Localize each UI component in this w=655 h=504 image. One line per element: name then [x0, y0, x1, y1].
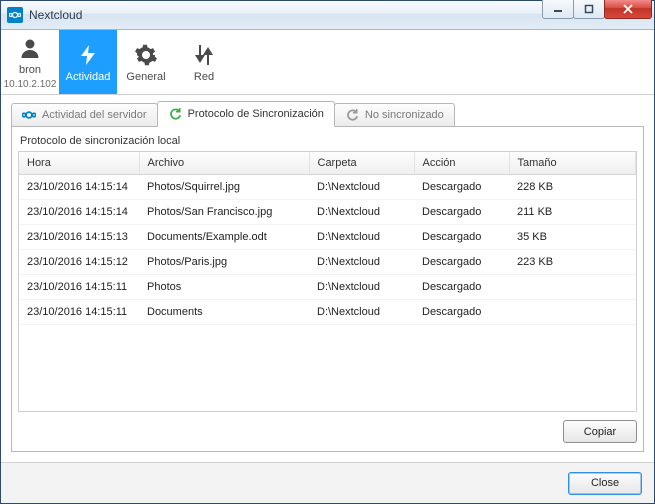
content-area: Actividad del servidor Protocolo de Sinc…: [1, 95, 654, 462]
cell-action: Descargado: [414, 300, 509, 325]
nextcloud-icon: [22, 108, 36, 122]
cell-folder: D:\Nextcloud: [309, 225, 414, 250]
tab-server-activity[interactable]: Actividad del servidor: [11, 103, 158, 127]
close-button[interactable]: Close: [568, 472, 642, 495]
cell-folder: D:\Nextcloud: [309, 250, 414, 275]
cell-file: Documents/Example.odt: [139, 225, 309, 250]
cell-time: 23/10/2016 14:15:14: [19, 200, 139, 225]
app-window: Nextcloud bron 10.10.2.102 Actividad Gen…: [0, 0, 655, 504]
window-buttons: [542, 1, 652, 29]
table-header-row: Hora Archivo Carpeta Acción Tamaño: [19, 152, 636, 175]
col-file[interactable]: Archivo: [139, 152, 309, 175]
table-row[interactable]: 23/10/2016 14:15:14Photos/San Francisco.…: [19, 200, 636, 225]
toolbar-network-label: Red: [194, 71, 214, 83]
panel-title: Protocolo de sincronización local: [20, 135, 635, 147]
table-row[interactable]: 23/10/2016 14:15:13Documents/Example.odt…: [19, 225, 636, 250]
cell-file: Photos/Squirrel.jpg: [139, 175, 309, 200]
bolt-icon: [76, 41, 100, 69]
cell-size: [509, 275, 636, 300]
cell-folder: D:\Nextcloud: [309, 200, 414, 225]
cell-size: 211 KB: [509, 200, 636, 225]
toolbar-account-label: bron: [19, 64, 41, 76]
toolbar-network[interactable]: Red: [175, 30, 233, 94]
col-size[interactable]: Tamaño: [509, 152, 636, 175]
cell-time: 23/10/2016 14:15:11: [19, 275, 139, 300]
table-empty-area: [19, 325, 636, 411]
dialog-button-bar: Close: [1, 462, 654, 503]
cell-file: Documents: [139, 300, 309, 325]
toolbar-activity[interactable]: Actividad: [59, 30, 117, 94]
sync-icon: [168, 107, 182, 121]
cell-file: Photos/San Francisco.jpg: [139, 200, 309, 225]
app-icon: [7, 7, 23, 23]
panel-footer: Copiar: [18, 412, 637, 443]
title-bar: Nextcloud: [1, 1, 654, 30]
tab-sync-protocol[interactable]: Protocolo de Sincronización: [157, 101, 335, 127]
cell-folder: D:\Nextcloud: [309, 300, 414, 325]
tab-server-activity-label: Actividad del servidor: [42, 109, 147, 121]
cell-time: 23/10/2016 14:15:13: [19, 225, 139, 250]
sync-protocol-panel: Protocolo de sincronización local Hora A…: [11, 126, 644, 452]
cell-file: Photos/Paris.jpg: [139, 250, 309, 275]
toolbar-general-label: General: [126, 71, 165, 83]
table-row[interactable]: 23/10/2016 14:15:12Photos/Paris.jpgD:\Ne…: [19, 250, 636, 275]
cell-size: 35 KB: [509, 225, 636, 250]
sync-off-icon: [345, 108, 359, 122]
user-icon: [18, 34, 42, 62]
table-row[interactable]: 23/10/2016 14:15:14Photos/Squirrel.jpgD:…: [19, 175, 636, 200]
copy-button[interactable]: Copiar: [563, 420, 637, 443]
toolbar-account-sub: 10.10.2.102: [4, 79, 57, 90]
cell-time: 23/10/2016 14:15:12: [19, 250, 139, 275]
cell-size: [509, 300, 636, 325]
minimize-button[interactable]: [542, 0, 574, 19]
network-icon: [191, 41, 217, 69]
activity-subtabs: Actividad del servidor Protocolo de Sinc…: [11, 103, 644, 127]
toolbar-general[interactable]: General: [117, 30, 175, 94]
col-action[interactable]: Acción: [414, 152, 509, 175]
table-row[interactable]: 23/10/2016 14:15:11DocumentsD:\Nextcloud…: [19, 300, 636, 325]
cell-time: 23/10/2016 14:15:11: [19, 300, 139, 325]
main-toolbar: bron 10.10.2.102 Actividad General Red: [1, 30, 654, 95]
cell-action: Descargado: [414, 250, 509, 275]
col-folder[interactable]: Carpeta: [309, 152, 414, 175]
cell-folder: D:\Nextcloud: [309, 275, 414, 300]
cell-time: 23/10/2016 14:15:14: [19, 175, 139, 200]
close-window-button[interactable]: [604, 0, 652, 19]
maximize-button[interactable]: [573, 0, 605, 19]
cell-file: Photos: [139, 275, 309, 300]
tab-not-synced[interactable]: No sincronizado: [334, 103, 455, 127]
cell-size: 223 KB: [509, 250, 636, 275]
cell-folder: D:\Nextcloud: [309, 175, 414, 200]
cell-action: Descargado: [414, 200, 509, 225]
table-row[interactable]: 23/10/2016 14:15:11PhotosD:\NextcloudDes…: [19, 275, 636, 300]
gear-icon: [134, 41, 158, 69]
window-title: Nextcloud: [29, 8, 542, 22]
sync-log-table: Hora Archivo Carpeta Acción Tamaño 23/10…: [18, 151, 637, 412]
cell-action: Descargado: [414, 225, 509, 250]
cell-size: 228 KB: [509, 175, 636, 200]
cell-action: Descargado: [414, 175, 509, 200]
toolbar-activity-label: Actividad: [66, 71, 111, 83]
col-time[interactable]: Hora: [19, 152, 139, 175]
toolbar-account[interactable]: bron 10.10.2.102: [1, 30, 59, 94]
tab-not-synced-label: No sincronizado: [365, 109, 444, 121]
cell-action: Descargado: [414, 275, 509, 300]
tab-sync-protocol-label: Protocolo de Sincronización: [188, 108, 324, 120]
